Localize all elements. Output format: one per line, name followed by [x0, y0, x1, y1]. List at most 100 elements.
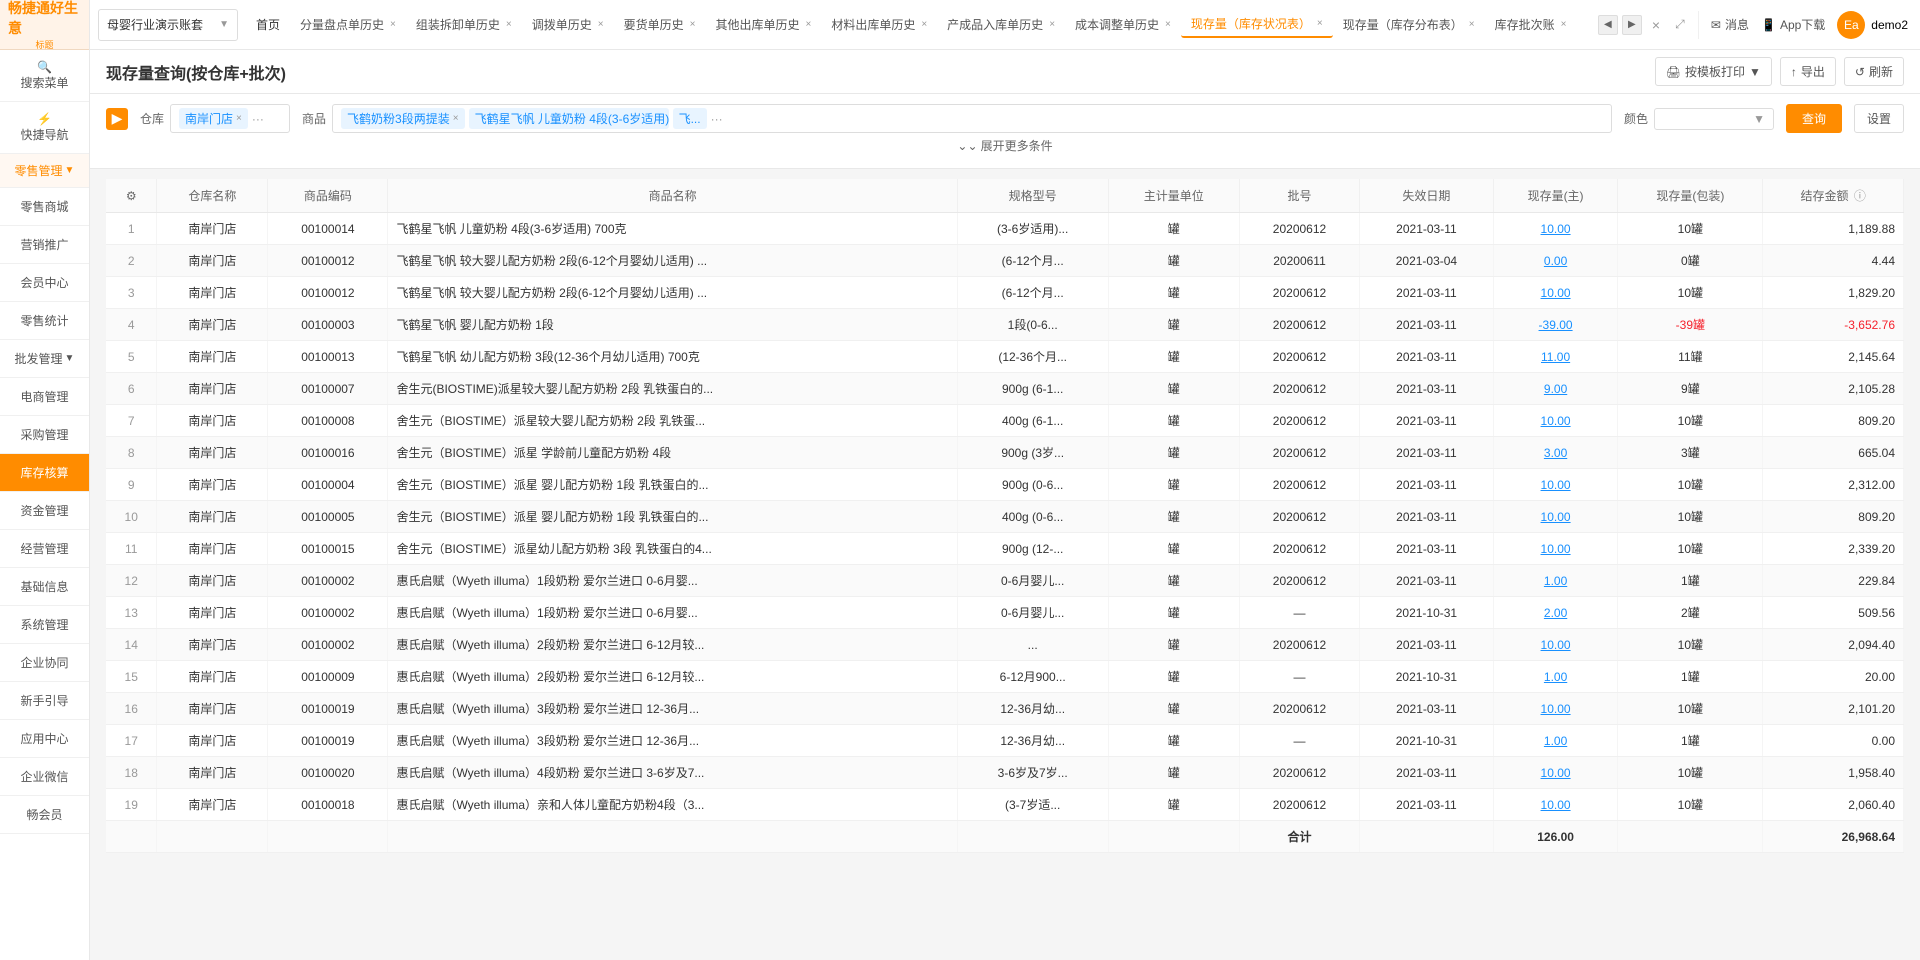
search-button[interactable]: 查询 — [1786, 104, 1842, 133]
sidebar-item-basic[interactable]: 基础信息 — [0, 568, 89, 606]
cell-stock-main[interactable]: 3.00 — [1493, 437, 1618, 469]
sidebar-item-search[interactable]: 🔍 搜索菜单 — [0, 50, 89, 102]
sidebar-item-operation[interactable]: 经营管理 — [0, 530, 89, 568]
color-tag-container[interactable]: ▼ — [1654, 108, 1774, 130]
info-icon[interactable]: ⓘ — [1854, 189, 1866, 203]
user-profile[interactable]: Ea demo2 — [1837, 11, 1908, 39]
cell-expire: 2021-03-11 — [1360, 501, 1494, 533]
settings-icon: ⚙ — [126, 189, 137, 203]
footer-cell-empty2 — [157, 821, 268, 853]
nav-tab-batch[interactable]: 库存批次账 × — [1485, 12, 1577, 37]
close-icon[interactable]: × — [1165, 19, 1171, 30]
cell-stock-main[interactable]: 10.00 — [1493, 757, 1618, 789]
sidebar-item-app-center[interactable]: 应用中心 — [0, 720, 89, 758]
sidebar-item-finance[interactable]: 资金管理 — [0, 492, 89, 530]
sidebar-item-member[interactable]: 会员中心 — [0, 264, 89, 302]
close-icon[interactable]: × — [805, 19, 811, 30]
nav-tab-stock-dist[interactable]: 现存量（库存分布表） × — [1333, 12, 1485, 37]
nav-tab-disassemble[interactable]: 组装拆卸单历史 × — [406, 12, 522, 37]
sidebar-item-retail-stats[interactable]: 零售统计 — [0, 302, 89, 340]
cell-stock-main[interactable]: 10.00 — [1493, 533, 1618, 565]
nav-tab-cost-adjust[interactable]: 成本调整单历史 × — [1065, 12, 1181, 37]
sidebar-item-retail-mgmt[interactable]: 零售管理 ▼ — [0, 154, 89, 188]
nav-prev-icon[interactable]: ◀ — [1598, 15, 1618, 35]
messages-button[interactable]: ✉ 消息 — [1711, 16, 1749, 33]
sidebar-item-retail-mall[interactable]: 零售商城 — [0, 188, 89, 226]
close-icon[interactable]: × — [598, 19, 604, 30]
cell-expire: 2021-03-11 — [1360, 213, 1494, 245]
close-icon[interactable]: × — [390, 19, 396, 30]
product-tag-container[interactable]: 飞鹤奶粉3段两提装 × 飞鹤星飞帆 儿童奶粉 4段(3-6岁适用) 700克 ×… — [332, 104, 1612, 133]
cell-unit: 罐 — [1108, 213, 1239, 245]
cell-stock-main[interactable]: 0.00 — [1493, 245, 1618, 277]
close-icon[interactable]: × — [1469, 19, 1475, 30]
cell-stock-main[interactable]: 10.00 — [1493, 693, 1618, 725]
cell-index: 2 — [106, 245, 157, 277]
close-icon[interactable]: × — [1049, 19, 1055, 30]
cell-stock-main[interactable]: 11.00 — [1493, 341, 1618, 373]
table-row: 18 南岸门店 00100020 惠氏启赋（Wyeth illuma）4段奶粉 … — [106, 757, 1904, 789]
sidebar-item-guide[interactable]: 新手引导 — [0, 682, 89, 720]
close-icon[interactable]: × — [506, 19, 512, 30]
cell-stock-main[interactable]: 1.00 — [1493, 565, 1618, 597]
product-more-icon[interactable]: ··· — [711, 112, 723, 126]
cell-stock-main[interactable]: 1.00 — [1493, 661, 1618, 693]
nav-tab-split[interactable]: 分量盘点单历史 × — [290, 12, 406, 37]
nav-close-icon[interactable]: × — [1646, 15, 1666, 35]
cell-stock-main[interactable]: 10.00 — [1493, 629, 1618, 661]
cell-stock-main[interactable]: -39.00 — [1493, 309, 1618, 341]
close-icon[interactable]: × — [1561, 19, 1567, 30]
cell-stock-main[interactable]: 1.00 — [1493, 725, 1618, 757]
nav-tab-other-out[interactable]: 其他出库单历史 × — [705, 12, 821, 37]
account-name: 母婴行业演示账套 — [107, 16, 215, 33]
sidebar-item-enterprise-wechat[interactable]: 企业微信 — [0, 758, 89, 796]
cell-stock-main[interactable]: 9.00 — [1493, 373, 1618, 405]
sidebar-item-inventory[interactable]: 库存核算 — [0, 454, 89, 492]
nav-expand-icon[interactable]: ⤢ — [1670, 15, 1690, 35]
close-icon[interactable]: × — [690, 19, 696, 30]
refresh-label: 刷新 — [1869, 63, 1893, 80]
nav-tab-product-in[interactable]: 产成品入库单历史 × — [937, 12, 1065, 37]
cell-stock-main[interactable]: 10.00 — [1493, 469, 1618, 501]
cell-stock-main[interactable]: 10.00 — [1493, 789, 1618, 821]
refresh-button[interactable]: ↺ 刷新 — [1844, 57, 1904, 86]
cell-stock-main[interactable]: 2.00 — [1493, 597, 1618, 629]
warehouse-tag-close-icon[interactable]: × — [236, 113, 242, 124]
cell-stock-main[interactable]: 10.00 — [1493, 405, 1618, 437]
sidebar-item-ecommerce[interactable]: 电商管理 — [0, 378, 89, 416]
sidebar-item-member-vip[interactable]: 畅会员 — [0, 796, 89, 834]
nav-tab-adjust-label: 调拨单历史 — [532, 16, 592, 33]
warehouse-tag-container[interactable]: 南岸门店 × ··· — [170, 104, 290, 133]
template-print-button[interactable]: 🖨 按模板打印 ▼ — [1655, 57, 1772, 86]
export-button[interactable]: ↑ 导出 — [1780, 57, 1836, 86]
dropdown-arrow-icon: ▼ — [219, 19, 229, 30]
close-icon[interactable]: × — [921, 19, 927, 30]
cell-stock-main[interactable]: 10.00 — [1493, 213, 1618, 245]
sidebar-item-marketing[interactable]: 营销推广 — [0, 226, 89, 264]
nav-next-icon[interactable]: ▶ — [1622, 15, 1642, 35]
expand-more-button[interactable]: ⌄⌄ 展开更多条件 — [106, 133, 1904, 158]
sidebar-item-quick-nav[interactable]: ⚡ 快捷导航 — [0, 102, 89, 154]
warehouse-more-icon[interactable]: ··· — [252, 112, 264, 126]
cell-unit: 罐 — [1108, 757, 1239, 789]
account-dropdown[interactable]: 母婴行业演示账套 ▼ — [98, 9, 238, 41]
cell-expire: 2021-03-11 — [1360, 789, 1494, 821]
sidebar-item-system[interactable]: 系统管理 — [0, 606, 89, 644]
nav-tab-stock-status[interactable]: 现存量（库存状况表） × — [1181, 11, 1333, 38]
product-tag-1-close-icon[interactable]: × — [453, 113, 459, 124]
sidebar-item-purchase[interactable]: 采购管理 — [0, 416, 89, 454]
th-settings[interactable]: ⚙ — [106, 179, 157, 213]
cell-stock-main[interactable]: 10.00 — [1493, 277, 1618, 309]
app-download-button[interactable]: 📱 App下载 — [1761, 16, 1825, 33]
expand-more-label: 展开更多条件 — [981, 139, 1053, 153]
sidebar-item-wholesale[interactable]: 批发管理 ▼ — [0, 340, 89, 378]
nav-tab-adjust[interactable]: 调拨单历史 × — [522, 12, 614, 37]
filter-expand-button[interactable]: ▶ — [106, 108, 128, 130]
nav-tab-home[interactable]: 首页 — [246, 12, 290, 37]
nav-tab-require[interactable]: 要货单历史 × — [614, 12, 706, 37]
setting-button[interactable]: 设置 — [1854, 104, 1904, 133]
cell-stock-main[interactable]: 10.00 — [1493, 501, 1618, 533]
sidebar-item-enterprise[interactable]: 企业协同 — [0, 644, 89, 682]
close-icon[interactable]: × — [1317, 18, 1323, 29]
nav-tab-material-out[interactable]: 材料出库单历史 × — [821, 12, 937, 37]
